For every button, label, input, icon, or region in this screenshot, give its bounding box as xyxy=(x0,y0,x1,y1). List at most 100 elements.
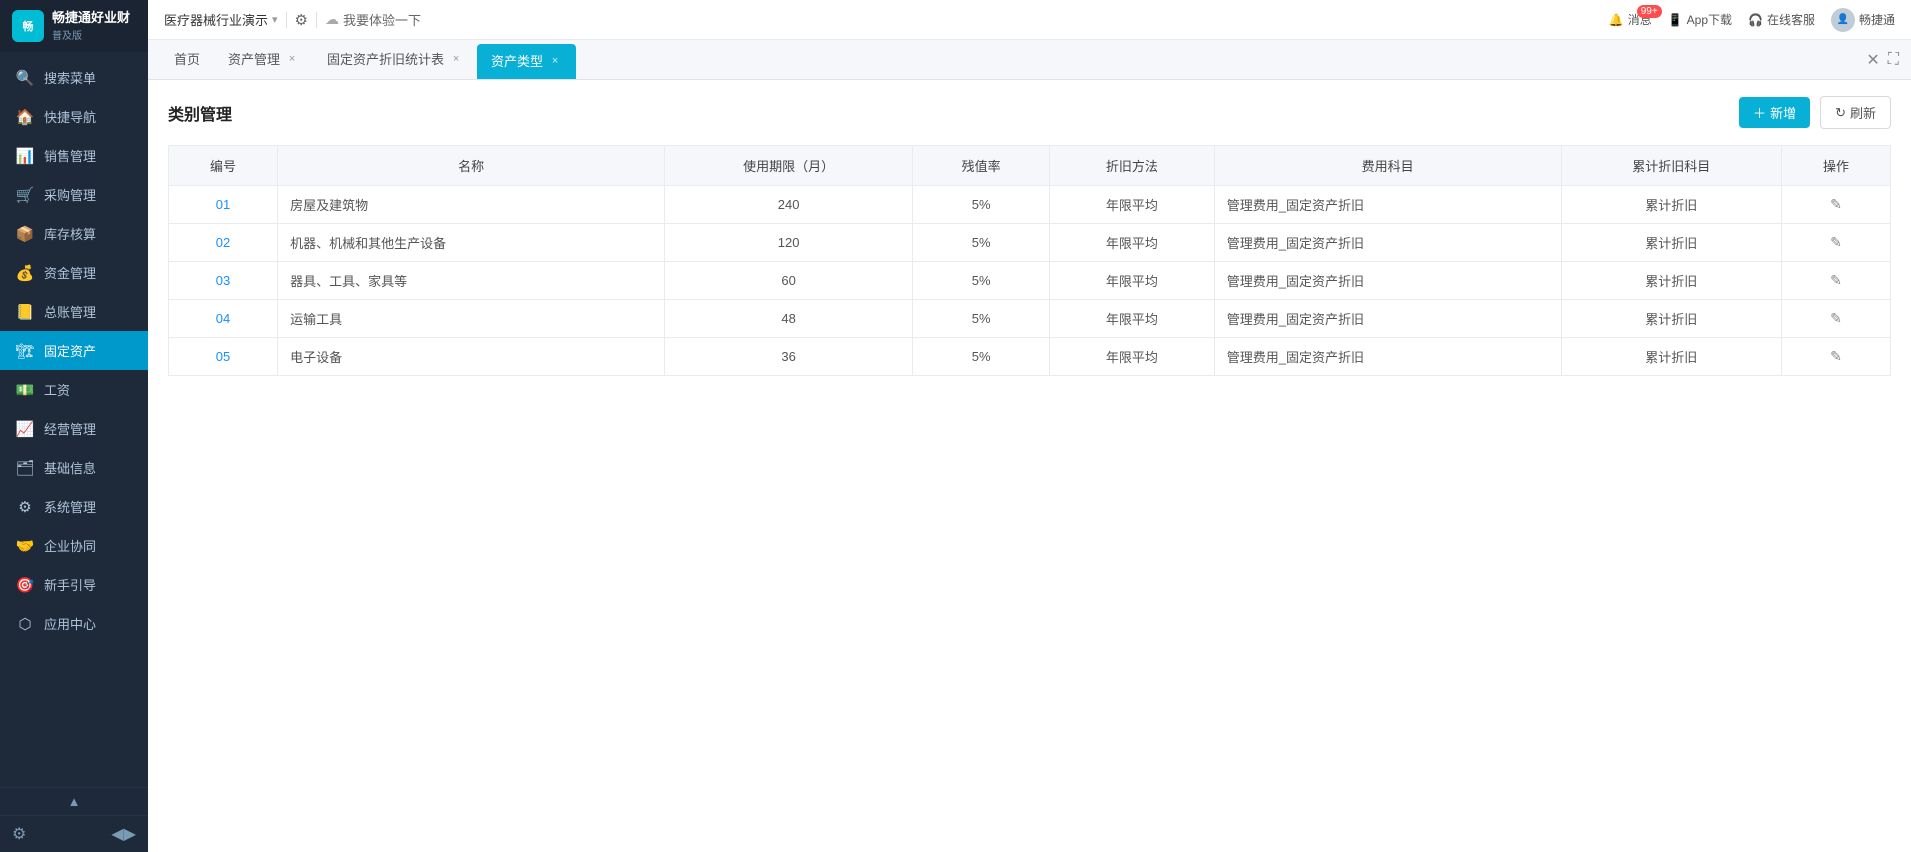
sidebar-icon-3: 🛒 xyxy=(16,186,34,204)
sidebar-item-1[interactable]: 🏠 快捷导航 xyxy=(0,97,148,136)
sidebar-item-9[interactable]: 📈 经营管理 xyxy=(0,409,148,448)
topbar: 医疗器械行业演示 ▾ ⚙ ☁ 我要体验一下 🔔 消息 99+ 📱 App下载 � xyxy=(148,0,1911,40)
sidebar-header: 畅 畅捷通好业财 普及版 xyxy=(0,0,148,52)
edit-icon[interactable]: ✎ xyxy=(1794,348,1878,365)
table-col-6: 累计折旧科目 xyxy=(1561,146,1781,186)
edit-icon[interactable]: ✎ xyxy=(1794,272,1878,289)
sidebar-item-11[interactable]: ⚙ 系统管理 xyxy=(0,487,148,526)
cell-residual: 5% xyxy=(913,186,1050,224)
sidebar-item-3[interactable]: 🛒 采购管理 xyxy=(0,175,148,214)
app-subtitle: 普及版 xyxy=(52,27,130,42)
sidebar-icon-4: 📦 xyxy=(16,225,34,243)
sidebar-icon-8: 💵 xyxy=(16,381,34,399)
app-download-btn[interactable]: 📱 App下载 xyxy=(1668,11,1732,28)
page-actions: ＋ 新增 ↻ 刷新 xyxy=(1739,96,1891,129)
refresh-button-label: 刷新 xyxy=(1850,103,1876,122)
cell-method: 年限平均 xyxy=(1050,262,1215,300)
tab-close-2[interactable]: × xyxy=(449,52,463,66)
table-row: 04 运输工具 48 5% 年限平均 管理费用_固定资产折旧 累计折旧 ✎ xyxy=(169,300,1891,338)
sidebar-icon-0: 🔍 xyxy=(16,69,34,87)
sidebar-label-12: 企业协同 xyxy=(44,536,96,555)
user-icon: 👤 xyxy=(1837,14,1849,25)
tab-close-1[interactable]: × xyxy=(285,52,299,66)
edit-icon[interactable]: ✎ xyxy=(1794,196,1878,213)
table-col-2: 使用期限（月） xyxy=(665,146,913,186)
tab-3[interactable]: 资产类型× xyxy=(477,44,576,79)
sidebar-label-2: 销售管理 xyxy=(44,146,96,165)
sidebar-item-2[interactable]: 📊 销售管理 xyxy=(0,136,148,175)
app-title: 畅捷通好业财 xyxy=(52,10,130,27)
tab-0[interactable]: 首页 xyxy=(160,40,214,79)
collapse-icon[interactable]: ◀▶ xyxy=(111,824,136,844)
table-col-4: 折旧方法 xyxy=(1050,146,1215,186)
cell-name: 器具、工具、家具等 xyxy=(278,262,665,300)
sidebar-label-11: 系统管理 xyxy=(44,497,96,516)
sidebar-item-4[interactable]: 📦 库存核算 xyxy=(0,214,148,253)
sidebar-label-0: 搜索菜单 xyxy=(44,68,96,87)
cell-name: 房屋及建筑物 xyxy=(278,186,665,224)
tab-close-3[interactable]: × xyxy=(548,54,562,68)
experience-btn[interactable]: ☁ 我要体验一下 xyxy=(325,10,421,29)
topbar-gear-icon[interactable]: ⚙ xyxy=(295,11,308,29)
sidebar-icon-1: 🏠 xyxy=(16,108,34,126)
sidebar-label-13: 新手引导 xyxy=(44,575,96,594)
cell-expense: 管理费用_固定资产折旧 xyxy=(1214,262,1561,300)
headset-icon: 🎧 xyxy=(1748,13,1763,27)
sidebar-nav: 🔍 搜索菜单 🏠 快捷导航 📊 销售管理 🛒 采购管理 📦 库存核算 💰 资金管… xyxy=(0,52,148,787)
edit-icon[interactable]: ✎ xyxy=(1794,310,1878,327)
sidebar-icon-10: 🗂 xyxy=(16,459,34,477)
app-logo: 畅 xyxy=(12,10,44,42)
settings-icon[interactable]: ⚙ xyxy=(12,824,26,844)
table-col-7: 操作 xyxy=(1781,146,1890,186)
table-header: 编号名称使用期限（月）残值率折旧方法费用科目累计折旧科目操作 xyxy=(169,146,1891,186)
sidebar-item-6[interactable]: 📒 总账管理 xyxy=(0,292,148,331)
table-col-3: 残值率 xyxy=(913,146,1050,186)
sidebar-item-0[interactable]: 🔍 搜索菜单 xyxy=(0,58,148,97)
avatar: 👤 xyxy=(1831,8,1855,32)
customer-service-btn[interactable]: 🎧 在线客服 xyxy=(1748,11,1815,28)
user-menu[interactable]: 👤 畅捷通 xyxy=(1831,8,1895,32)
sidebar-icon-6: 📒 xyxy=(16,303,34,321)
page-content: 类别管理 ＋ 新增 ↻ 刷新 编号名称使用期限（月）残值率折旧方法费用科目累计折… xyxy=(148,80,1911,852)
tab-2[interactable]: 固定资产折旧统计表× xyxy=(313,40,477,79)
cell-expense: 管理费用_固定资产折旧 xyxy=(1214,186,1561,224)
cell-residual: 5% xyxy=(913,300,1050,338)
tabbar-right: ✕ ⛶ xyxy=(1866,40,1899,79)
cell-period: 60 xyxy=(665,262,913,300)
maximize-window-icon[interactable]: ⛶ xyxy=(1888,51,1899,69)
close-window-icon[interactable]: ✕ xyxy=(1866,50,1879,70)
sidebar-footer: ⚙ ◀▶ xyxy=(0,815,148,852)
cell-method: 年限平均 xyxy=(1050,338,1215,376)
cell-residual: 5% xyxy=(913,338,1050,376)
table-row: 05 电子设备 36 5% 年限平均 管理费用_固定资产折旧 累计折旧 ✎ xyxy=(169,338,1891,376)
notifications-btn[interactable]: 🔔 消息 99+ xyxy=(1609,11,1652,28)
edit-icon[interactable]: ✎ xyxy=(1794,234,1878,251)
company-selector[interactable]: 医疗器械行业演示 ▾ xyxy=(164,10,278,29)
new-button[interactable]: ＋ 新增 xyxy=(1739,97,1810,128)
sidebar-label-4: 库存核算 xyxy=(44,224,96,243)
page-title: 类别管理 xyxy=(168,101,232,125)
sidebar-item-8[interactable]: 💵 工资 xyxy=(0,370,148,409)
sidebar-item-14[interactable]: ⬡ 应用中心 xyxy=(0,604,148,643)
sidebar-item-5[interactable]: 💰 资金管理 xyxy=(0,253,148,292)
tab-1[interactable]: 资产管理× xyxy=(214,40,313,79)
sidebar-label-14: 应用中心 xyxy=(44,614,96,633)
cell-method: 年限平均 xyxy=(1050,186,1215,224)
cell-accumulated: 累计折旧 xyxy=(1561,224,1781,262)
page-header: 类别管理 ＋ 新增 ↻ 刷新 xyxy=(168,96,1891,129)
sidebar-label-10: 基础信息 xyxy=(44,458,96,477)
cell-method: 年限平均 xyxy=(1050,300,1215,338)
topbar-divider2 xyxy=(316,12,317,28)
topbar-left: 医疗器械行业演示 ▾ ⚙ ☁ 我要体验一下 xyxy=(164,10,1597,29)
refresh-button[interactable]: ↻ 刷新 xyxy=(1820,96,1891,129)
sidebar-label-3: 采购管理 xyxy=(44,185,96,204)
sidebar-item-10[interactable]: 🗂 基础信息 xyxy=(0,448,148,487)
sidebar-scroll-down[interactable]: ▲ xyxy=(0,787,148,815)
sidebar-item-13[interactable]: 🎯 新手引导 xyxy=(0,565,148,604)
sidebar-icon-2: 📊 xyxy=(16,147,34,165)
sidebar-item-12[interactable]: 🤝 企业协同 xyxy=(0,526,148,565)
cell-id: 01 xyxy=(169,186,278,224)
sidebar-item-7[interactable]: 🏗 固定资产 xyxy=(0,331,148,370)
cell-period: 36 xyxy=(665,338,913,376)
cell-name: 运输工具 xyxy=(278,300,665,338)
